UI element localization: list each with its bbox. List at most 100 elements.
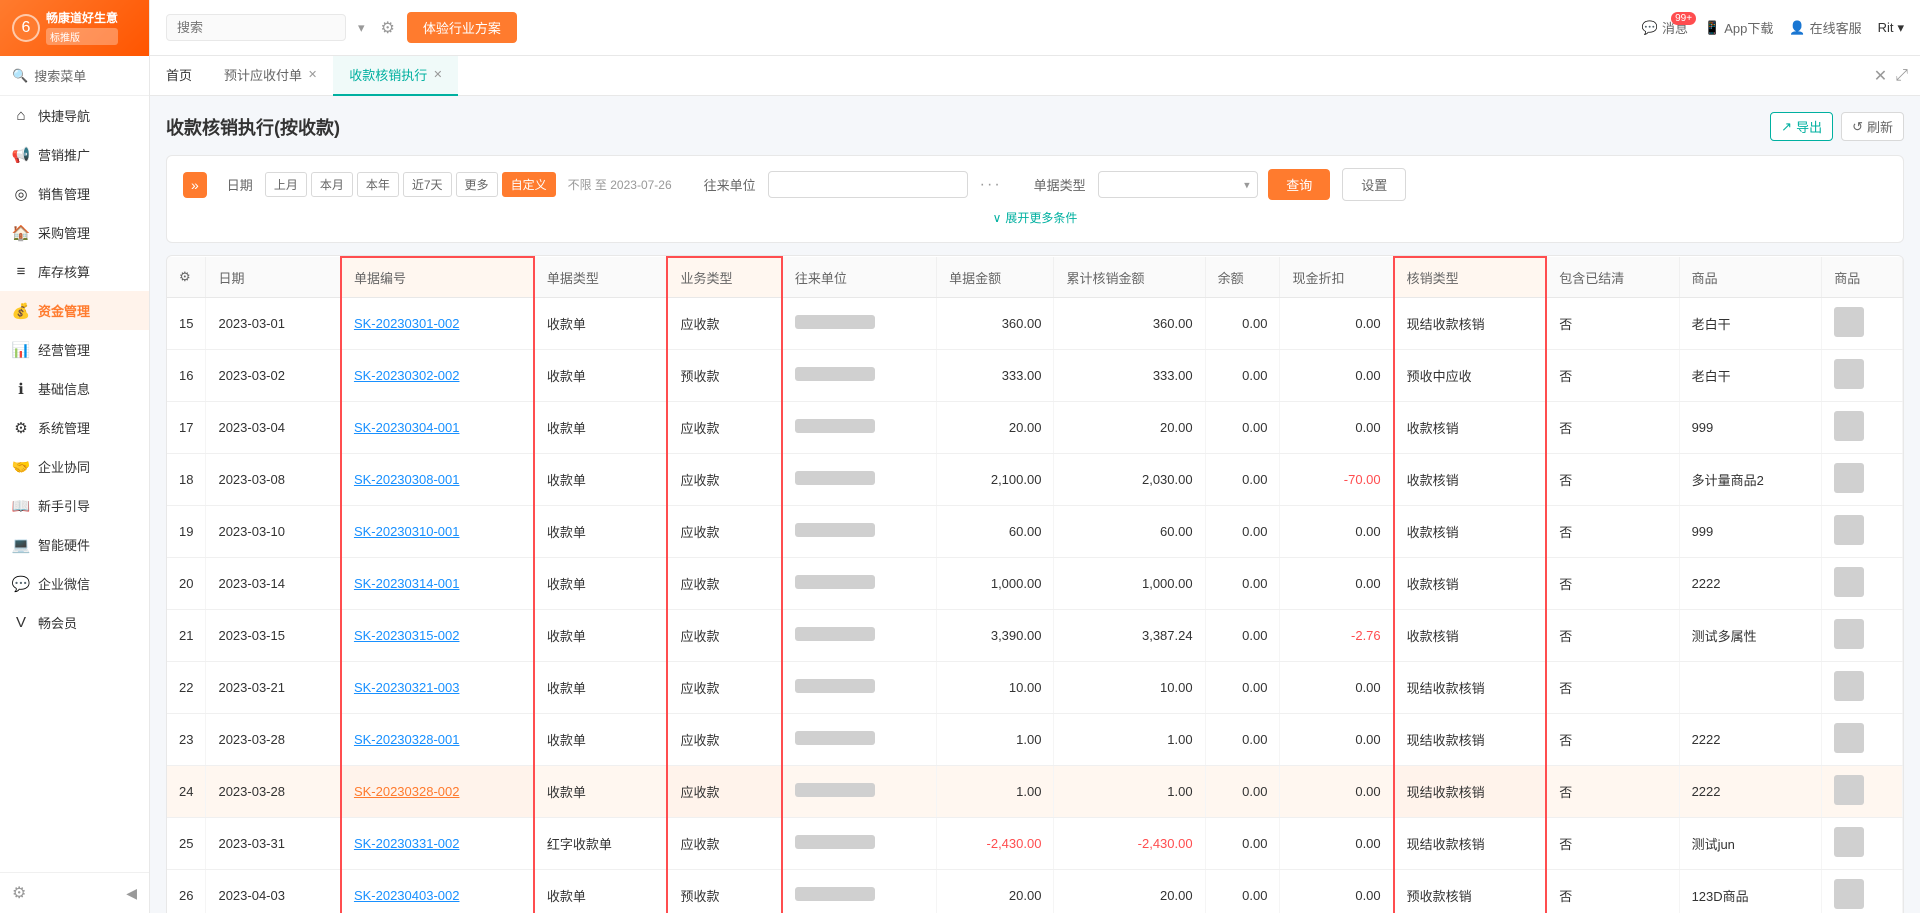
- tabbar: 首页 预计应收付单 ✕ 收款核销执行 ✕ ✕ ⤢: [150, 56, 1920, 96]
- cell-bill-type: 收款单: [534, 766, 668, 818]
- cell-partner: [782, 454, 937, 506]
- col-balance: 余额: [1205, 257, 1280, 298]
- cell-partner: [782, 298, 937, 350]
- cell-seq: 17: [167, 402, 206, 454]
- bill-type-select[interactable]: [1098, 171, 1258, 198]
- filter-date-custom[interactable]: 自定义: [502, 172, 556, 197]
- sidebar-item-hardware[interactable]: 💻 智能硬件: [0, 525, 149, 564]
- refresh-icon: ↺: [1852, 119, 1863, 135]
- sidebar-item-wechat[interactable]: 💬 企业微信: [0, 564, 149, 603]
- sidebar-item-basic[interactable]: ℹ 基础信息: [0, 369, 149, 408]
- cell-bill-no: SK-20230304-001: [341, 402, 534, 454]
- sidebar-item-finance[interactable]: 💰 资金管理: [0, 291, 149, 330]
- cell-verify-type: 收款核销: [1394, 558, 1547, 610]
- filter-expand[interactable]: ∨ 展开更多条件: [183, 209, 1887, 226]
- export-button[interactable]: ↗ 导出: [1770, 112, 1833, 141]
- cell-balance: 0.00: [1205, 818, 1280, 870]
- table-row: 18 2023-03-08 SK-20230308-001 收款单 应收款 2,…: [167, 454, 1903, 506]
- cell-verify-type: 收款核销: [1394, 506, 1547, 558]
- sidebar-collapse-icon[interactable]: ◀: [126, 885, 137, 902]
- tab-payable-close[interactable]: ✕: [308, 68, 317, 81]
- sidebar-item-quick-nav[interactable]: ⌂ 快捷导航: [0, 96, 149, 135]
- tab-receipt-close[interactable]: ✕: [433, 68, 442, 81]
- cell-bill-no: SK-20230328-002: [341, 766, 534, 818]
- phone-icon: 📱: [1704, 20, 1720, 36]
- bill-no-link[interactable]: SK-20230331-002: [354, 836, 460, 851]
- cell-cash-discount: 0.00: [1280, 298, 1394, 350]
- cell-balance: 0.00: [1205, 454, 1280, 506]
- settings-button[interactable]: 设置: [1342, 168, 1406, 201]
- bill-no-link[interactable]: SK-20230302-002: [354, 368, 460, 383]
- filter-toggle-button[interactable]: »: [183, 172, 207, 198]
- sidebar-settings-icon[interactable]: ⚙: [12, 883, 26, 903]
- filter-date-more[interactable]: 更多: [456, 172, 498, 197]
- topbar-search-input[interactable]: [166, 14, 346, 41]
- cell-bill-type: 收款单: [534, 350, 668, 402]
- cell-cumulative: 3,387.24: [1054, 610, 1205, 662]
- topbar-user[interactable]: Rit ▾: [1878, 20, 1904, 36]
- cell-bill-amount: 360.00: [937, 298, 1054, 350]
- cell-date: 2023-03-28: [206, 714, 341, 766]
- vip-icon: V: [12, 614, 30, 632]
- bill-no-link[interactable]: SK-20230403-002: [354, 888, 460, 903]
- filter-date-7days[interactable]: 近7天: [403, 172, 452, 197]
- bill-no-link[interactable]: SK-20230321-003: [354, 680, 460, 695]
- sidebar-search-label: 搜索菜单: [34, 66, 86, 85]
- bill-no-link[interactable]: SK-20230310-001: [354, 524, 460, 539]
- sidebar-item-sales[interactable]: ◎ 销售管理: [0, 174, 149, 213]
- col-settings[interactable]: ⚙: [167, 257, 206, 298]
- cell-goods-img: [1822, 714, 1903, 766]
- cell-partner: [782, 402, 937, 454]
- cell-bill-amount: -2,430.00: [937, 818, 1054, 870]
- cell-bill-type: 收款单: [534, 662, 668, 714]
- nav-label-purchase: 采购管理: [38, 223, 90, 242]
- filter-date-lastmonth[interactable]: 上月: [265, 172, 307, 197]
- sidebar-item-inventory[interactable]: ≡ 库存核算: [0, 252, 149, 291]
- cell-goods-img: [1822, 870, 1903, 913]
- cell-cash-discount: 0.00: [1280, 662, 1394, 714]
- bill-no-link[interactable]: SK-20230328-001: [354, 732, 460, 747]
- sidebar-item-guide[interactable]: 📖 新手引导: [0, 486, 149, 525]
- bill-no-link[interactable]: SK-20230315-002: [354, 628, 460, 643]
- sidebar-item-operation[interactable]: 📊 经营管理: [0, 330, 149, 369]
- industry-solution-button[interactable]: 体验行业方案: [407, 12, 517, 43]
- filter-date-thismonth[interactable]: 本月: [311, 172, 353, 197]
- tab-maximize-icon[interactable]: ⤢: [1895, 67, 1908, 85]
- bill-no-link[interactable]: SK-20230304-001: [354, 420, 460, 435]
- topbar-app-download[interactable]: 📱 App下载: [1704, 18, 1773, 37]
- data-table: ⚙ 日期 单据编号 单据类型 业务类型 往来单位 单据金额 累计核销金额 余额 …: [167, 256, 1903, 913]
- nav-label-basic: 基础信息: [38, 379, 90, 398]
- tab-receipt-exec[interactable]: 收款核销执行 ✕: [333, 56, 458, 96]
- bill-no-link[interactable]: SK-20230301-002: [354, 316, 460, 331]
- cell-partner: [782, 766, 937, 818]
- filter-date-thisyear[interactable]: 本年: [357, 172, 399, 197]
- sidebar-item-enterprise[interactable]: 🤝 企业协同: [0, 447, 149, 486]
- bill-no-link[interactable]: SK-20230328-002: [354, 784, 460, 799]
- sidebar-item-marketing[interactable]: 📢 营销推广: [0, 135, 149, 174]
- tab-home[interactable]: 首页: [150, 56, 208, 96]
- partner-filter-input[interactable]: [768, 171, 968, 198]
- tab-payable[interactable]: 预计应收付单 ✕: [208, 56, 333, 96]
- tab-close-all-icon[interactable]: ✕: [1874, 66, 1887, 86]
- cell-include-settled: 否: [1546, 766, 1679, 818]
- topbar-message[interactable]: 💬 消息 99+: [1642, 18, 1688, 37]
- topbar-dropdown-icon[interactable]: ▾: [358, 20, 365, 36]
- cell-goods: [1679, 662, 1822, 714]
- query-button[interactable]: 查询: [1268, 169, 1330, 200]
- cell-biz-type: 应收款: [667, 454, 781, 506]
- refresh-button[interactable]: ↺ 刷新: [1841, 112, 1904, 141]
- cell-date: 2023-03-10: [206, 506, 341, 558]
- topbar-gear-icon[interactable]: ⚙: [381, 18, 395, 38]
- cell-date: 2023-03-21: [206, 662, 341, 714]
- sidebar-item-vip[interactable]: V 畅会员: [0, 603, 149, 642]
- bill-no-link[interactable]: SK-20230308-001: [354, 472, 460, 487]
- system-icon: ⚙: [12, 419, 30, 437]
- cell-biz-type: 应收款: [667, 766, 781, 818]
- sidebar-item-purchase[interactable]: 🏠 采购管理: [0, 213, 149, 252]
- sidebar-search[interactable]: 🔍 搜索菜单: [0, 56, 149, 96]
- sidebar-item-system[interactable]: ⚙ 系统管理: [0, 408, 149, 447]
- cell-cash-discount: 0.00: [1280, 870, 1394, 913]
- bill-no-link[interactable]: SK-20230314-001: [354, 576, 460, 591]
- filter-dots: ···: [980, 176, 1002, 194]
- topbar-online-service[interactable]: 👤 在线客服: [1789, 18, 1861, 37]
